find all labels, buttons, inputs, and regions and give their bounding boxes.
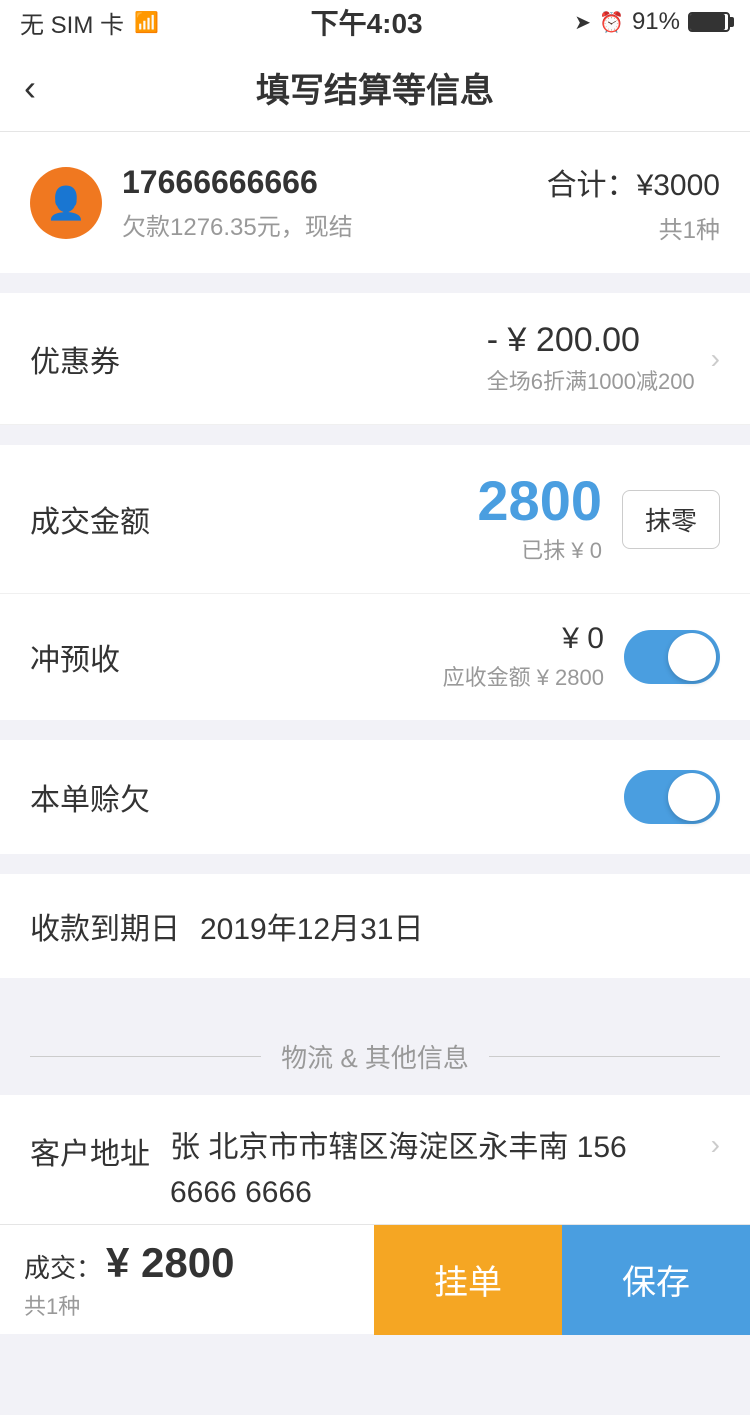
page-title: 填写结算等信息 bbox=[256, 63, 494, 112]
amount-row: 成交金额 2800 已抹 ¥ 0 抹零 bbox=[0, 445, 750, 594]
status-bar: 无 SIM 卡 📶 下午4:03 ➤ ⏰ 91% bbox=[0, 0, 750, 44]
section-divider: 物流 & 其他信息 bbox=[0, 1018, 750, 1095]
coupon-label: 优惠券 bbox=[30, 337, 120, 381]
carrier-text: 无 SIM 卡 bbox=[20, 5, 124, 40]
user-card: 👤 17666666666 欠款1276.35元，现结 合计：¥3000 共1种 bbox=[0, 132, 750, 273]
address-row[interactable]: 客户地址 张 北京市市辖区海淀区永丰南 156 6666 6666 › bbox=[0, 1095, 750, 1245]
due-date-value: 2019年12月31日 bbox=[200, 904, 423, 948]
credit-toggle-knob bbox=[668, 773, 716, 821]
round-button[interactable]: 抹零 bbox=[622, 490, 720, 549]
divider-3 bbox=[0, 998, 750, 1018]
coupon-right: - ¥ 200.00 全场6折满1000减200 › bbox=[487, 321, 720, 396]
credit-toggle[interactable] bbox=[624, 770, 720, 824]
wifi-icon: 📶 bbox=[134, 10, 159, 35]
user-info: 17666666666 欠款1276.35元，现结 bbox=[122, 164, 353, 242]
address-label: 客户地址 bbox=[30, 1125, 150, 1173]
user-subtext: 欠款1276.35元，现结 bbox=[122, 207, 353, 242]
prepay-right: ¥ 0 应收金额 ¥ 2800 bbox=[443, 622, 720, 692]
location-icon: ➤ bbox=[574, 10, 591, 35]
coupon-value-wrap: - ¥ 200.00 全场6折满1000减200 bbox=[487, 321, 695, 396]
user-phone: 17666666666 bbox=[122, 164, 353, 201]
prepay-subtext: 应收金额 ¥ 2800 bbox=[443, 660, 604, 692]
status-right: ➤ ⏰ 91% bbox=[574, 8, 730, 36]
coupon-discount: - ¥ 200.00 bbox=[487, 321, 695, 360]
prepay-toggle-knob bbox=[668, 633, 716, 681]
footer-deal-amount: ¥ 2800 bbox=[106, 1239, 234, 1287]
nav-bar: ‹ 填写结算等信息 bbox=[0, 44, 750, 132]
divider-2 bbox=[0, 720, 750, 740]
avatar-icon: 👤 bbox=[46, 184, 86, 222]
prepay-value: ¥ 0 bbox=[443, 622, 604, 656]
user-left: 👤 17666666666 欠款1276.35元，现结 bbox=[30, 164, 353, 242]
coupon-row[interactable]: 优惠券 - ¥ 200.00 全场6折满1000减200 › bbox=[0, 293, 750, 425]
section-divider-text: 物流 & 其他信息 bbox=[281, 1038, 469, 1075]
credit-row: 本单赊欠 bbox=[0, 740, 750, 854]
footer-info: 成交： ¥ 2800 共1种 bbox=[0, 1239, 374, 1321]
footer-deal-label: 成交： bbox=[24, 1248, 102, 1285]
due-date-row: 收款到期日 2019年12月31日 bbox=[0, 874, 750, 978]
amount-section: 成交金额 2800 已抹 ¥ 0 抹零 冲预收 ¥ 0 应收金额 ¥ 2800 bbox=[0, 445, 750, 720]
avatar: 👤 bbox=[30, 167, 102, 239]
status-left: 无 SIM 卡 📶 bbox=[20, 5, 159, 40]
amount-value: 2800 bbox=[477, 473, 602, 529]
alarm-icon: ⏰ bbox=[599, 10, 624, 35]
battery-icon bbox=[688, 12, 730, 32]
amount-value-wrap: 2800 已抹 ¥ 0 bbox=[477, 473, 602, 565]
divider-line-left bbox=[30, 1056, 261, 1057]
credit-label: 本单赊欠 bbox=[30, 775, 150, 819]
back-button[interactable]: ‹ bbox=[24, 67, 36, 109]
coupon-subtext: 全场6折满1000减200 bbox=[487, 364, 695, 396]
user-right: 合计：¥3000 共1种 bbox=[547, 160, 720, 245]
footer-count: 共1种 bbox=[24, 1289, 350, 1321]
amount-right: 2800 已抹 ¥ 0 抹零 bbox=[477, 473, 720, 565]
amount-subtext: 已抹 ¥ 0 bbox=[477, 533, 602, 565]
status-time: 下午4:03 bbox=[311, 2, 423, 42]
prepay-toggle[interactable] bbox=[624, 630, 720, 684]
divider-1 bbox=[0, 425, 750, 445]
address-value: 张 北京市市辖区海淀区永丰南 156 6666 6666 bbox=[170, 1125, 691, 1215]
order-count: 共1种 bbox=[547, 210, 720, 245]
prepay-value-wrap: ¥ 0 应收金额 ¥ 2800 bbox=[443, 622, 604, 692]
battery-text: 91% bbox=[632, 8, 680, 36]
due-date-label: 收款到期日 bbox=[30, 904, 180, 948]
prepay-row: 冲预收 ¥ 0 应收金额 ¥ 2800 bbox=[0, 594, 750, 720]
save-button[interactable]: 保存 bbox=[562, 1225, 750, 1335]
content-area: 👤 17666666666 欠款1276.35元，现结 合计：¥3000 共1种… bbox=[0, 132, 750, 1415]
amount-label: 成交金额 bbox=[30, 497, 150, 541]
footer-deal-wrap: 成交： ¥ 2800 bbox=[24, 1239, 350, 1287]
coupon-arrow-icon: › bbox=[711, 343, 720, 375]
divider-line-right bbox=[489, 1056, 720, 1057]
address-arrow-icon: › bbox=[711, 1125, 720, 1161]
total-label: 合计：¥3000 bbox=[547, 160, 720, 204]
prepay-label: 冲预收 bbox=[30, 635, 120, 679]
footer-bar: 成交： ¥ 2800 共1种 挂单 保存 bbox=[0, 1224, 750, 1334]
hold-order-button[interactable]: 挂单 bbox=[374, 1225, 562, 1335]
